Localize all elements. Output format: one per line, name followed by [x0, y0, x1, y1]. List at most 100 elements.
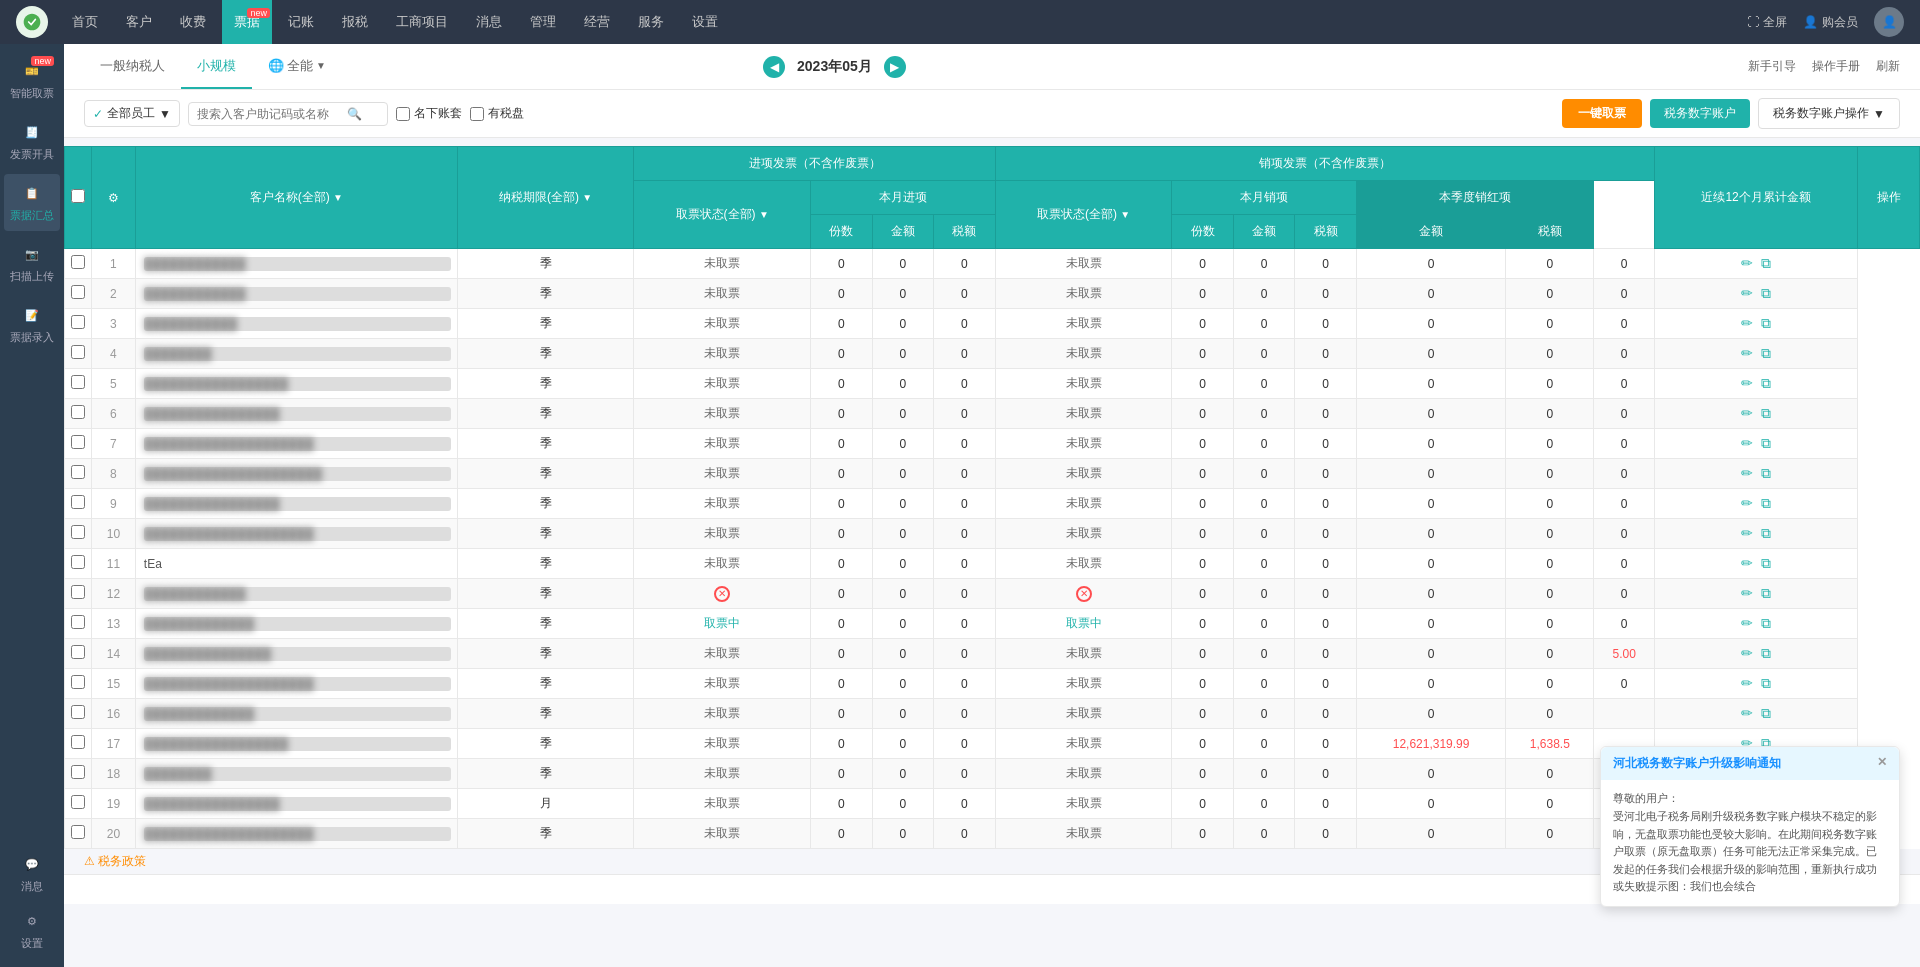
- copy-btn[interactable]: ⧉: [1761, 525, 1771, 541]
- edit-btn[interactable]: ✏: [1741, 525, 1753, 541]
- row-checkbox-cell[interactable]: [65, 819, 92, 849]
- refresh-link[interactable]: 刷新: [1876, 58, 1900, 75]
- copy-btn[interactable]: ⧉: [1761, 675, 1771, 691]
- row-checkbox-cell[interactable]: [65, 369, 92, 399]
- th-select-all[interactable]: [65, 147, 92, 249]
- copy-btn[interactable]: ⧉: [1761, 285, 1771, 301]
- edit-btn[interactable]: ✏: [1741, 705, 1753, 721]
- nav-manage[interactable]: 管理: [518, 0, 568, 44]
- edit-btn[interactable]: ✏: [1741, 645, 1753, 661]
- edit-btn[interactable]: ✏: [1741, 315, 1753, 331]
- row-checkbox-cell[interactable]: [65, 759, 92, 789]
- nav-bookkeeping[interactable]: 记账: [276, 0, 326, 44]
- next-month-btn[interactable]: ▶: [884, 56, 906, 78]
- nav-business[interactable]: 工商项目: [384, 0, 460, 44]
- tax-digital-btn[interactable]: 税务数字账户: [1650, 99, 1750, 128]
- row-checkbox-cell[interactable]: [65, 579, 92, 609]
- notif-close-btn[interactable]: ✕: [1877, 755, 1887, 772]
- edit-btn[interactable]: ✏: [1741, 675, 1753, 691]
- row-checkbox-cell[interactable]: [65, 399, 92, 429]
- row-checkbox-cell[interactable]: [65, 429, 92, 459]
- copy-btn[interactable]: ⧉: [1761, 645, 1771, 661]
- row-checkbox-cell[interactable]: [65, 309, 92, 339]
- nav-fee[interactable]: 收费: [168, 0, 218, 44]
- th-customer[interactable]: 客户名称(全部) ▼: [135, 147, 457, 249]
- tab-general-taxpayer[interactable]: 一般纳税人: [84, 45, 181, 89]
- copy-btn[interactable]: ⧉: [1761, 615, 1771, 631]
- copy-btn[interactable]: ⧉: [1761, 255, 1771, 271]
- edit-btn[interactable]: ✏: [1741, 435, 1753, 451]
- tax-digital-ops-btn[interactable]: 税务数字账户操作 ▼: [1758, 98, 1900, 129]
- row-checkbox-cell[interactable]: [65, 669, 92, 699]
- copy-btn[interactable]: ⧉: [1761, 315, 1771, 331]
- row-checkbox-cell[interactable]: [65, 279, 92, 309]
- nav-invoice[interactable]: 票据 new: [222, 0, 272, 44]
- copy-btn[interactable]: ⧉: [1761, 705, 1771, 721]
- nav-service[interactable]: 服务: [626, 0, 676, 44]
- row-checkbox-cell[interactable]: [65, 459, 92, 489]
- row-checkbox-cell[interactable]: [65, 639, 92, 669]
- search-icon[interactable]: 🔍: [347, 107, 362, 121]
- prev-month-btn[interactable]: ◀: [763, 56, 785, 78]
- copy-btn[interactable]: ⧉: [1761, 375, 1771, 391]
- edit-btn[interactable]: ✏: [1741, 345, 1753, 361]
- th-out-status[interactable]: 取票状态(全部) ▼: [995, 181, 1172, 249]
- edit-btn[interactable]: ✏: [1741, 375, 1753, 391]
- copy-btn[interactable]: ⧉: [1761, 495, 1771, 511]
- edit-btn[interactable]: ✏: [1741, 465, 1753, 481]
- row-checkbox-cell[interactable]: [65, 249, 92, 279]
- subledger-checkbox[interactable]: 名下账套: [396, 105, 462, 122]
- edit-btn[interactable]: ✏: [1741, 405, 1753, 421]
- copy-btn[interactable]: ⧉: [1761, 345, 1771, 361]
- customer-name: ████████████████: [144, 407, 451, 421]
- row-checkbox-cell[interactable]: [65, 519, 92, 549]
- nav-operation[interactable]: 经营: [572, 0, 622, 44]
- sidebar-item-summary[interactable]: 📋 票据汇总: [4, 174, 60, 231]
- copy-btn[interactable]: ⧉: [1761, 555, 1771, 571]
- copy-btn[interactable]: ⧉: [1761, 585, 1771, 601]
- search-box[interactable]: 🔍: [188, 102, 388, 126]
- sidebar-item-ticket[interactable]: 🎫 智能取票 new: [4, 52, 60, 109]
- employee-select[interactable]: ✓ 全部员工 ▼: [84, 100, 180, 127]
- row-checkbox-cell[interactable]: [65, 609, 92, 639]
- one-click-fetch-btn[interactable]: 一键取票: [1562, 99, 1642, 128]
- nav-customer[interactable]: 客户: [114, 0, 164, 44]
- row-checkbox-cell[interactable]: [65, 699, 92, 729]
- row-checkbox-cell[interactable]: [65, 789, 92, 819]
- nav-tax[interactable]: 报税: [330, 0, 380, 44]
- tab-small-scale[interactable]: 小规模: [181, 45, 252, 89]
- sidebar-item-setting[interactable]: ⚙ 设置: [4, 902, 60, 959]
- th-settings[interactable]: ⚙: [92, 147, 136, 249]
- copy-btn[interactable]: ⧉: [1761, 435, 1771, 451]
- edit-btn[interactable]: ✏: [1741, 615, 1753, 631]
- tab-all-capable[interactable]: 🌐 全能 ▼: [252, 45, 342, 89]
- sidebar-item-scan[interactable]: 📷 扫描上传: [4, 235, 60, 292]
- edit-btn[interactable]: ✏: [1741, 255, 1753, 271]
- nav-message[interactable]: 消息: [464, 0, 514, 44]
- tax-disk-checkbox[interactable]: 有税盘: [470, 105, 524, 122]
- copy-btn[interactable]: ⧉: [1761, 465, 1771, 481]
- sidebar-item-enter[interactable]: 📝 票据录入: [4, 296, 60, 353]
- row-checkbox-cell[interactable]: [65, 339, 92, 369]
- nav-settings[interactable]: 设置: [680, 0, 730, 44]
- logo[interactable]: [16, 6, 48, 38]
- member-btn[interactable]: 👤 购会员: [1803, 14, 1858, 31]
- sidebar-item-msg[interactable]: 💬 消息: [4, 845, 60, 902]
- avatar[interactable]: 👤: [1874, 7, 1904, 37]
- edit-btn[interactable]: ✏: [1741, 585, 1753, 601]
- new-guide-link[interactable]: 新手引导: [1748, 58, 1796, 75]
- row-checkbox-cell[interactable]: [65, 729, 92, 759]
- edit-btn[interactable]: ✏: [1741, 555, 1753, 571]
- th-in-status[interactable]: 取票状态(全部) ▼: [634, 181, 811, 249]
- search-input[interactable]: [197, 107, 347, 121]
- row-checkbox-cell[interactable]: [65, 489, 92, 519]
- row-checkbox-cell[interactable]: [65, 549, 92, 579]
- fullscreen-btn[interactable]: ⛶ 全屏: [1747, 14, 1787, 31]
- nav-home[interactable]: 首页: [60, 0, 110, 44]
- edit-btn[interactable]: ✏: [1741, 495, 1753, 511]
- edit-btn[interactable]: ✏: [1741, 285, 1753, 301]
- th-tax-period[interactable]: 纳税期限(全部) ▼: [457, 147, 634, 249]
- manual-link[interactable]: 操作手册: [1812, 58, 1860, 75]
- copy-btn[interactable]: ⧉: [1761, 405, 1771, 421]
- sidebar-item-invoice-open[interactable]: 🧾 发票开具: [4, 113, 60, 170]
